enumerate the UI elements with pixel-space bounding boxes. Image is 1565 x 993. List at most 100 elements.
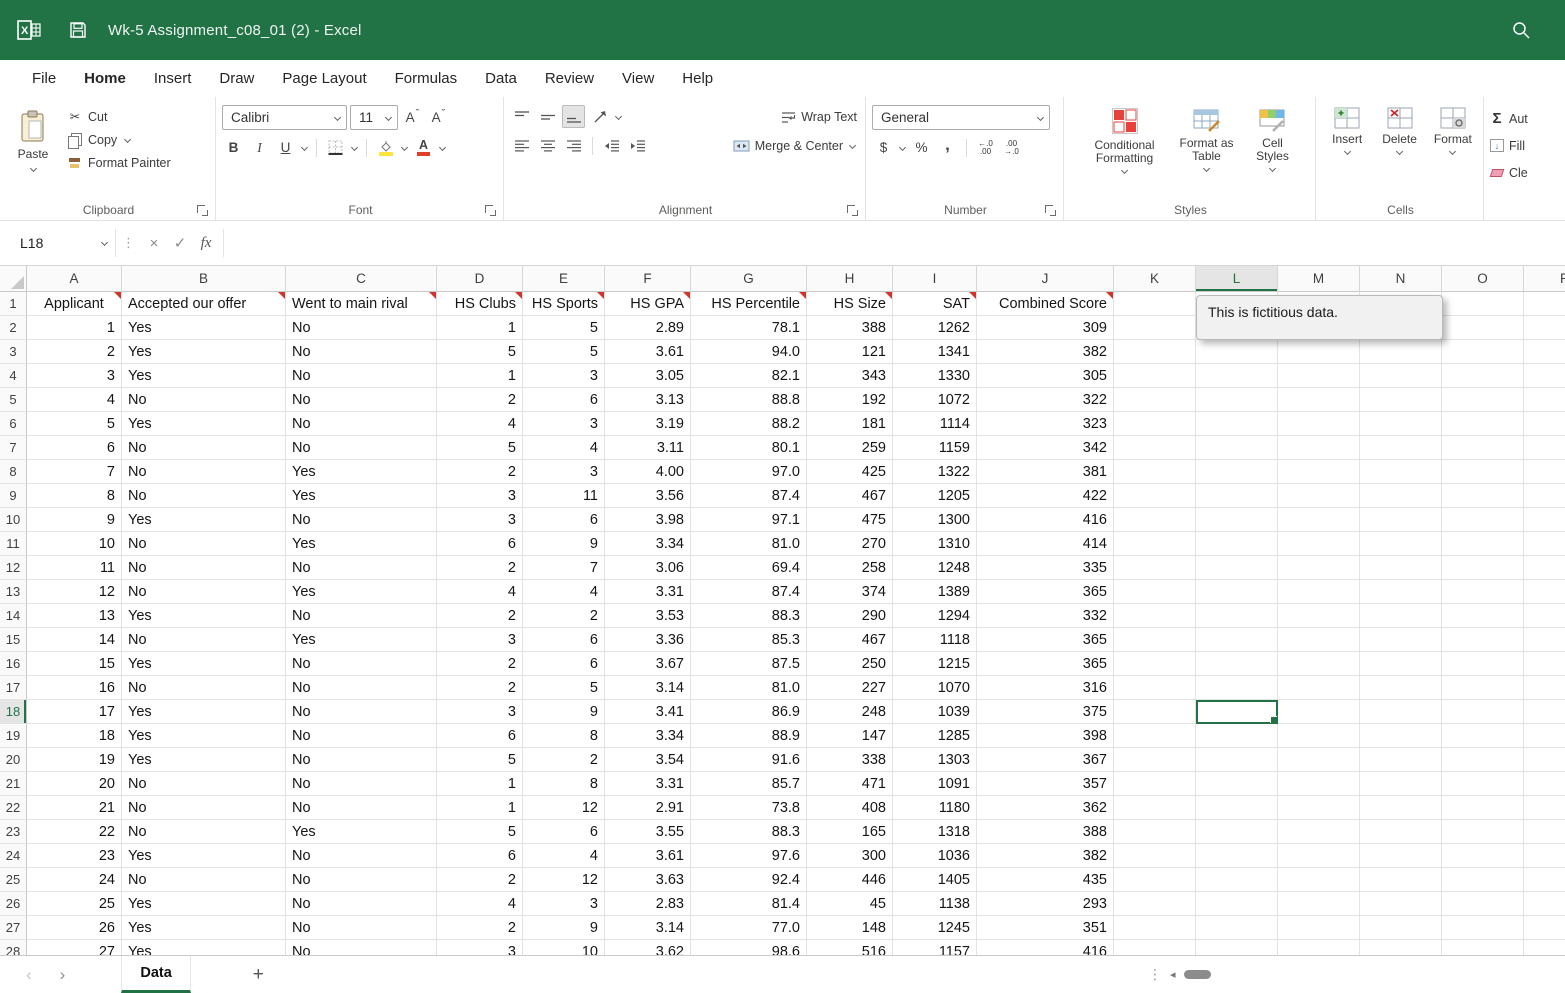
cell-A2[interactable]: 1 <box>27 316 122 340</box>
cell-F16[interactable]: 3.67 <box>605 652 691 676</box>
cell-F1[interactable]: HS GPA <box>605 292 691 316</box>
cell-B18[interactable]: Yes <box>122 700 286 724</box>
cell-E2[interactable]: 5 <box>523 316 605 340</box>
cell-B22[interactable]: No <box>122 796 286 820</box>
cell-E10[interactable]: 6 <box>523 508 605 532</box>
cell-E15[interactable]: 6 <box>523 628 605 652</box>
cell-E27[interactable]: 9 <box>523 916 605 940</box>
row-header-9[interactable]: 9 <box>0 484 27 508</box>
row-header-24[interactable]: 24 <box>0 844 27 868</box>
cell-G16[interactable]: 87.5 <box>691 652 807 676</box>
tab-formulas[interactable]: Formulas <box>381 60 472 97</box>
cell-A14[interactable]: 13 <box>27 604 122 628</box>
fill-button[interactable]: ↓ Fill <box>1490 132 1525 159</box>
cell-G2[interactable]: 78.1 <box>691 316 807 340</box>
name-box[interactable]: L18 <box>8 229 116 257</box>
cell-F26[interactable]: 2.83 <box>605 892 691 916</box>
cell-A5[interactable]: 4 <box>27 388 122 412</box>
cell-H27[interactable]: 148 <box>807 916 893 940</box>
cell-A28[interactable]: 27 <box>27 940 122 955</box>
cell-F13[interactable]: 3.31 <box>605 580 691 604</box>
cell-E20[interactable]: 2 <box>523 748 605 772</box>
cell-F23[interactable]: 3.55 <box>605 820 691 844</box>
align-center-button[interactable] <box>536 134 559 157</box>
cell-H26[interactable]: 45 <box>807 892 893 916</box>
excel-app-icon[interactable]: X <box>16 17 42 43</box>
save-icon[interactable] <box>68 20 88 40</box>
cell-I4[interactable]: 1330 <box>893 364 977 388</box>
cell-B7[interactable]: No <box>122 436 286 460</box>
insert-function-button[interactable]: fx <box>193 230 219 256</box>
cell-J27[interactable]: 351 <box>977 916 1114 940</box>
cell-K22[interactable] <box>1114 796 1196 820</box>
cell-P8[interactable] <box>1524 460 1565 484</box>
cell-O5[interactable] <box>1442 388 1524 412</box>
cell-M17[interactable] <box>1278 676 1360 700</box>
cell-K11[interactable] <box>1114 532 1196 556</box>
font-name-select[interactable]: Calibri <box>222 105 347 130</box>
cell-D1[interactable]: HS Clubs <box>437 292 523 316</box>
cell-C9[interactable]: Yes <box>286 484 437 508</box>
cell-E17[interactable]: 5 <box>523 676 605 700</box>
cell-G9[interactable]: 87.4 <box>691 484 807 508</box>
cell-J1[interactable]: Combined Score <box>977 292 1114 316</box>
cell-C4[interactable]: No <box>286 364 437 388</box>
insert-cells-button[interactable]: Insert <box>1322 101 1372 156</box>
cell-H20[interactable]: 338 <box>807 748 893 772</box>
cell-E16[interactable]: 6 <box>523 652 605 676</box>
cell-P19[interactable] <box>1524 724 1565 748</box>
cell-H10[interactable]: 475 <box>807 508 893 532</box>
cell-E19[interactable]: 8 <box>523 724 605 748</box>
cell-B13[interactable]: No <box>122 580 286 604</box>
row-header-17[interactable]: 17 <box>0 676 27 700</box>
cell-C20[interactable]: No <box>286 748 437 772</box>
cell-K21[interactable] <box>1114 772 1196 796</box>
cell-G17[interactable]: 81.0 <box>691 676 807 700</box>
cell-A27[interactable]: 26 <box>27 916 122 940</box>
cell-P10[interactable] <box>1524 508 1565 532</box>
sheet-nav-left-icon[interactable]: ‹ <box>26 965 32 985</box>
cell-N6[interactable] <box>1360 412 1442 436</box>
cell-A23[interactable]: 22 <box>27 820 122 844</box>
cell-E26[interactable]: 3 <box>523 892 605 916</box>
cell-A4[interactable]: 3 <box>27 364 122 388</box>
cell-G23[interactable]: 88.3 <box>691 820 807 844</box>
cell-J4[interactable]: 305 <box>977 364 1114 388</box>
cell-C15[interactable]: Yes <box>286 628 437 652</box>
cell-I23[interactable]: 1318 <box>893 820 977 844</box>
cell-C22[interactable]: No <box>286 796 437 820</box>
cell-H15[interactable]: 467 <box>807 628 893 652</box>
cell-B25[interactable]: No <box>122 868 286 892</box>
cell-J5[interactable]: 322 <box>977 388 1114 412</box>
cell-M5[interactable] <box>1278 388 1360 412</box>
cell-J10[interactable]: 416 <box>977 508 1114 532</box>
cell-K27[interactable] <box>1114 916 1196 940</box>
cell-E3[interactable]: 5 <box>523 340 605 364</box>
cell-K23[interactable] <box>1114 820 1196 844</box>
cell-I25[interactable]: 1405 <box>893 868 977 892</box>
cell-N25[interactable] <box>1360 868 1442 892</box>
cell-D15[interactable]: 3 <box>437 628 523 652</box>
col-header-E[interactable]: E <box>523 266 605 292</box>
cell-F21[interactable]: 3.31 <box>605 772 691 796</box>
cell-O26[interactable] <box>1442 892 1524 916</box>
fill-color-button[interactable] <box>374 136 397 159</box>
cell-A7[interactable]: 6 <box>27 436 122 460</box>
cell-C10[interactable]: No <box>286 508 437 532</box>
cell-L10[interactable] <box>1196 508 1278 532</box>
tab-review[interactable]: Review <box>531 60 608 97</box>
cell-J16[interactable]: 365 <box>977 652 1114 676</box>
cell-C6[interactable]: No <box>286 412 437 436</box>
cell-J13[interactable]: 365 <box>977 580 1114 604</box>
cell-M27[interactable] <box>1278 916 1360 940</box>
cell-G19[interactable]: 88.9 <box>691 724 807 748</box>
cell-O9[interactable] <box>1442 484 1524 508</box>
cell-K12[interactable] <box>1114 556 1196 580</box>
cell-P23[interactable] <box>1524 820 1565 844</box>
cell-M11[interactable] <box>1278 532 1360 556</box>
cell-N12[interactable] <box>1360 556 1442 580</box>
cell-D25[interactable]: 2 <box>437 868 523 892</box>
cell-K3[interactable] <box>1114 340 1196 364</box>
cell-K16[interactable] <box>1114 652 1196 676</box>
cell-D9[interactable]: 3 <box>437 484 523 508</box>
